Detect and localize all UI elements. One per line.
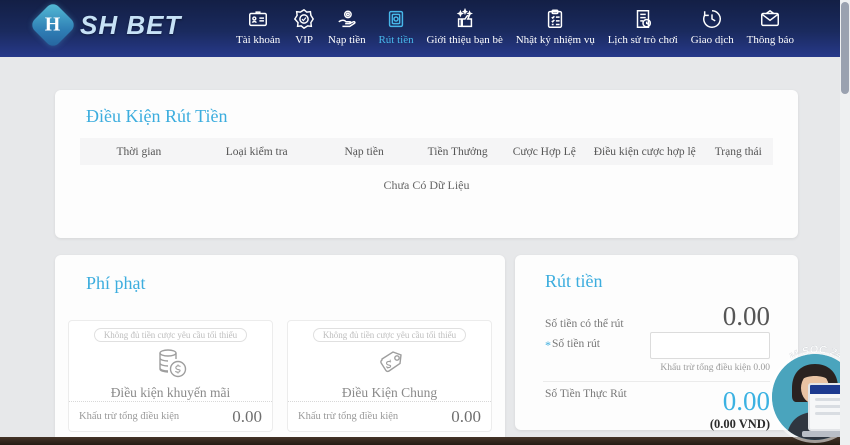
clock-icon: [701, 8, 723, 30]
general-deduction-row: Khấu trừ tổng điều kiện 0.00: [288, 401, 491, 431]
column-header-check-type: Loại kiểm tra: [225, 145, 288, 158]
column-header-valid-bet: Cược Hợp Lệ: [512, 145, 576, 158]
nav-item-account[interactable]: Tài khoản: [236, 8, 280, 46]
coins-icon: [69, 344, 272, 384]
footer-background-strip: [0, 437, 850, 445]
divider: [543, 381, 770, 382]
nav-item-notifications[interactable]: Thông báo: [747, 8, 794, 46]
document-clock-icon: [632, 8, 654, 30]
available-amount-label: Số tiền có thể rút: [545, 318, 624, 330]
promo-condition-label: Điều kiện khuyến mãi: [110, 385, 231, 400]
nav-item-vip[interactable]: VIP: [293, 8, 315, 46]
nav-item-deposit[interactable]: Nạp tiền: [328, 8, 366, 46]
general-deduction-label: Khấu trừ tổng điều kiện: [298, 411, 399, 422]
nav-item-task-log[interactable]: Nhật ký nhiệm vụ: [516, 8, 595, 46]
brand-name: SH BET: [80, 9, 182, 40]
promo-condition-badge: Không đủ tiền cược yêu cầu tối thiểu: [93, 328, 248, 342]
hand-coin-icon: [336, 8, 358, 30]
general-condition-badge: Không đủ tiền cược yêu cầu tối thiểu: [312, 328, 467, 342]
general-deduction-value: 0.00: [451, 406, 481, 426]
brand-diamond-icon: H: [28, 0, 78, 50]
nav-item-label: VIP: [295, 34, 314, 46]
available-amount-value: 0.00: [722, 301, 770, 331]
nav-item-label: Tài khoản: [236, 34, 281, 46]
id-card-icon: [247, 8, 269, 30]
column-header-bet-condition: Điều kiện cược hợp lệ: [593, 145, 696, 158]
general-condition-card: Không đủ tiền cược yêu cầu tối thiểu Điề…: [287, 320, 492, 432]
promo-deduction-value: 0.00: [232, 406, 262, 426]
promo-deduction-label: Khấu trừ tổng điều kiện: [79, 411, 180, 422]
vip-badge-icon: [293, 8, 315, 30]
nav-menu: Tài khoản VIP Nạp tiền Rút tiền Giới thi…: [236, 8, 794, 46]
nav-item-game-history[interactable]: Lịch sử trò chơi: [608, 8, 678, 46]
actual-withdraw-value: 0.00: [722, 386, 770, 416]
withdraw-page: H SH BET Tài khoản VIP Nạp tiền Rút tiền…: [0, 0, 850, 445]
scrollbar-thumb[interactable]: [841, 2, 849, 94]
wallet-icon: [385, 8, 407, 30]
nav-item-label: Rút tiền: [378, 34, 414, 46]
available-amount-row: Số tiền có thể rút 0.00: [545, 301, 770, 331]
nav-item-withdraw[interactable]: Rút tiền: [378, 8, 414, 46]
column-header-time: Thời gian: [116, 145, 162, 158]
top-navbar: H SH BET Tài khoản VIP Nạp tiền Rút tiền…: [0, 0, 850, 57]
promo-condition-card: Không đủ tiền cược yêu cầu tối thiểu Điề…: [68, 320, 273, 432]
promo-deduction-row: Khấu trừ tổng điều kiện 0.00: [69, 401, 272, 431]
envelope-icon: [759, 8, 781, 30]
brand-logo[interactable]: H SH BET: [28, 0, 182, 50]
withdraw-panel-title: Rút tiền: [545, 271, 603, 291]
nav-item-label: Nạp tiền: [328, 34, 366, 46]
required-asterisk: *: [545, 338, 551, 352]
general-condition-label: Điều Kiện Chung: [341, 385, 438, 400]
actual-withdraw-vnd: (0.00 VND): [709, 417, 770, 431]
column-header-status: Trạng thái: [714, 145, 762, 158]
actual-withdraw-row: Số Tiền Thực Rút 0.00 (0.00 VND): [545, 388, 770, 432]
withdraw-amount-input[interactable]: [650, 332, 770, 359]
nav-item-label: Nhật ký nhiệm vụ: [515, 34, 595, 46]
nav-item-label: Lịch sử trò chơi: [607, 34, 678, 46]
nav-item-label: Giới thiệu bạn bè: [426, 34, 503, 46]
page-scrollbar[interactable]: [840, 0, 850, 445]
hand-stars-icon: [454, 8, 476, 30]
customer-support-widget[interactable]: M SÓC 24/7: [766, 345, 850, 445]
conditions-table-header: Thời gian Loại kiểm tra Nạp tiền Tiền Th…: [80, 138, 773, 165]
withdraw-amount-row: *Số tiền rút: [545, 332, 770, 359]
column-header-bonus: Tiền Thưởng: [427, 145, 488, 158]
column-header-deposit: Nạp tiền: [344, 145, 384, 158]
price-tag-icon: [288, 344, 491, 384]
withdraw-panel: Rút tiền Số tiền có thể rút 0.00 *Số tiề…: [515, 255, 798, 432]
deduction-note: Khấu trừ tổng điều kiện 0.00: [660, 363, 770, 373]
withdraw-conditions-title: Điều Kiện Rút Tiền: [86, 106, 228, 126]
nav-item-refer-friends[interactable]: Giới thiệu bạn bè: [426, 8, 503, 46]
withdraw-amount-label: *Số tiền rút: [545, 338, 600, 352]
actual-withdraw-label: Số Tiền Thực Rút: [545, 388, 627, 400]
nav-item-label: Giao dịch: [690, 34, 734, 46]
empty-state-text: Chưa Có Dữ Liệu: [383, 178, 470, 192]
penalty-fee-panel: Phí phạt Không đủ tiền cược yêu cầu tối …: [55, 255, 505, 437]
clipboard-icon: [544, 8, 566, 30]
nav-item-label: Thông báo: [746, 34, 794, 46]
withdraw-conditions-panel: Điều Kiện Rút Tiền Thời gian Loại kiểm t…: [55, 90, 798, 238]
penalty-fee-title: Phí phạt: [86, 273, 146, 293]
nav-item-transactions[interactable]: Giao dịch: [691, 8, 734, 46]
